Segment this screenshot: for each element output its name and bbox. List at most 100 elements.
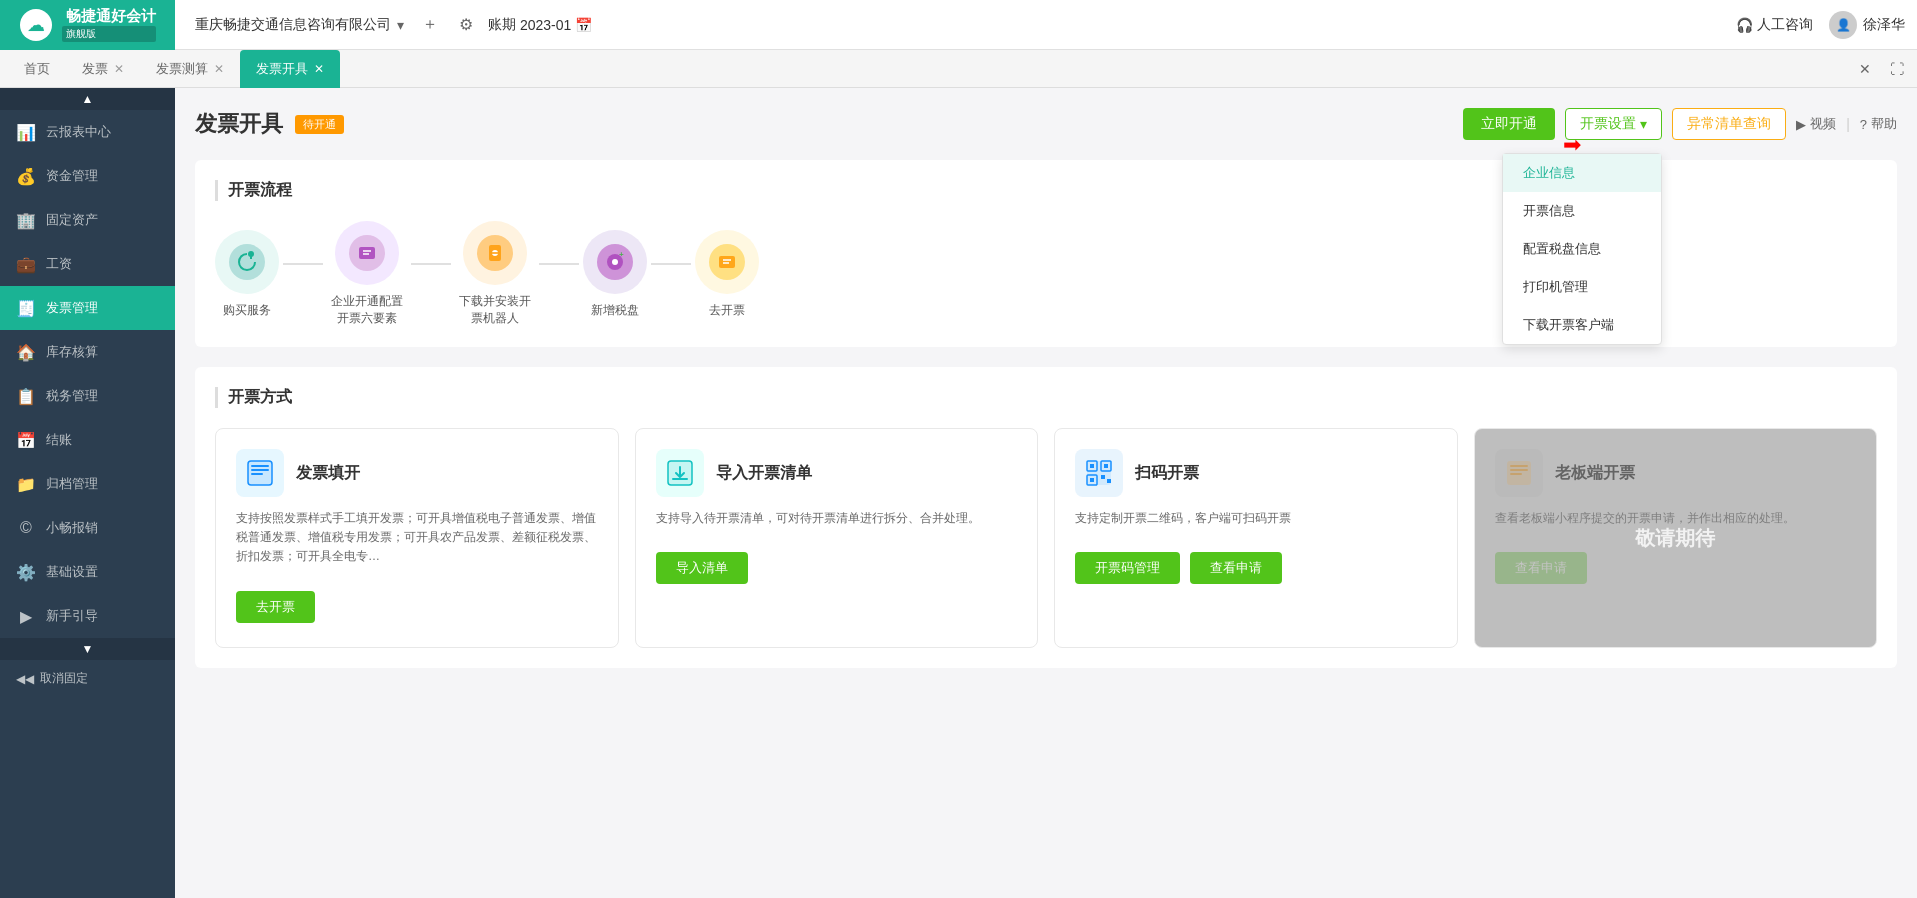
flow-step-buy-label: 购买服务 [223,302,271,319]
view-apply-button[interactable]: 查看申请 [1190,552,1282,584]
flow-step-taxdisk-label: 新增税盘 [591,302,639,319]
separator: | [1846,116,1850,132]
svg-rect-22 [251,473,263,475]
sidebar: ▲ 📊 云报表中心 💰 资金管理 🏢 固定资产 💼 工资 🧾 发票管理 🏠 库存… [0,88,175,898]
sidebar-item-payroll[interactable]: 💼 工资 [0,242,175,286]
qr-manage-button[interactable]: 开票码管理 [1075,552,1180,584]
user-menu[interactable]: 👤 徐泽华 [1829,11,1905,39]
flow-step-taxdisk-icon: + [583,230,647,294]
tab-bar-right: ✕ ⛶ [1853,57,1909,81]
headset-icon: 🎧 [1736,17,1753,33]
period-value: 2023-01 [520,17,571,33]
flow-step-buy: 购买服务 [215,230,279,319]
sidebar-item-expense[interactable]: © 小畅报销 [0,506,175,550]
sidebar-item-settlement[interactable]: 📅 结账 [0,418,175,462]
sidebar-scroll-up[interactable]: ▲ [0,88,175,110]
menu-item-tax-config[interactable]: 配置税盘信息 [1503,230,1661,268]
fill-invoice-button[interactable]: 去开票 [236,591,315,623]
tab-home[interactable]: 首页 [8,50,66,88]
period-area: 账期 2023-01 📅 [488,16,592,34]
billing-card-scan-desc: 支持定制开票二维码，客户端可扫码开票 [1075,509,1437,528]
menu-item-printer[interactable]: 打印机管理 [1503,268,1661,306]
flow-separator-4 [651,263,691,265]
funds-icon: 💰 [16,166,36,186]
billing-card-fill-title: 发票填开 [296,463,360,484]
billing-card-import-icon [656,449,704,497]
billing-section: 开票方式 发票填开 支持按照发票样式手工填开发票；可开具增值税电子普通发票、增值… [195,367,1897,668]
status-badge: 待开通 [295,115,344,134]
flow-step-open-icon [695,230,759,294]
top-actions: ＋ ⚙ [416,11,480,39]
sidebar-item-funds[interactable]: 💰 资金管理 [0,154,175,198]
flow-step-config-icon [335,221,399,285]
menu-item-invoice-info[interactable]: 开票信息 [1503,192,1661,230]
consult-button[interactable]: 🎧 人工咨询 [1736,16,1813,34]
svg-text:+: + [619,250,624,259]
tab-close-window[interactable]: ✕ [1853,57,1877,81]
sidebar-cancel-pin[interactable]: ◀◀ 取消固定 [0,660,175,697]
billing-card-import: 导入开票清单 支持导入待开票清单，可对待开票清单进行拆分、合并处理。 导入清单 [635,428,1039,648]
flow-step-open-label: 去开票 [709,302,745,319]
menu-item-download-client[interactable]: 下载开票客户端 [1503,306,1661,344]
assets-icon: 🏢 [16,210,36,230]
top-right: 🎧 人工咨询 👤 徐泽华 [1736,11,1905,39]
sidebar-item-archive[interactable]: 📁 归档管理 [0,462,175,506]
svg-rect-34 [1101,475,1105,479]
tab-bar: 首页 发票 ✕ 发票测算 ✕ 发票开具 ✕ ✕ ⛶ [0,50,1917,88]
question-icon: ? [1860,117,1867,132]
sidebar-item-settings[interactable]: ⚙️ 基础设置 [0,550,175,594]
play-icon: ▶ [1796,117,1806,132]
settings-icon-sidebar: ⚙️ [16,562,36,582]
sidebar-item-invoice[interactable]: 🧾 发票管理 [0,286,175,330]
flow-separator-3 [539,263,579,265]
svg-rect-16 [719,256,735,268]
expense-icon: © [16,518,36,538]
import-list-button[interactable]: 导入清单 [656,552,748,584]
sidebar-scroll-down[interactable]: ▼ [0,638,175,660]
company-selector[interactable]: 重庆畅捷交通信息咨询有限公司 ▾ [195,16,404,34]
menu-item-company-info[interactable]: 企业信息 [1503,154,1661,192]
payroll-icon: 💼 [16,254,36,274]
content-area: 发票开具 待开通 立即开通 开票设置 ▾ ➡ 企业信息 [175,88,1917,898]
tab-close-invoice-calc[interactable]: ✕ [214,62,224,76]
tab-maximize[interactable]: ⛶ [1885,57,1909,81]
reports-icon: 📊 [16,122,36,142]
flow-step-download-label: 下载并安装开票机器人 [455,293,535,327]
logo-icon: ☁ [20,9,52,41]
archive-icon: 📁 [16,474,36,494]
settings-icon[interactable]: ⚙ [452,11,480,39]
abnormal-list-button[interactable]: 异常清单查询 [1672,108,1786,140]
settlement-icon: 📅 [16,430,36,450]
chevron-down-icon: ▾ [397,17,404,33]
tax-icon: 📋 [16,386,36,406]
period-label: 账期 [488,16,516,34]
unpin-icon: ◀◀ [16,672,34,686]
main-layout: ▲ 📊 云报表中心 💰 资金管理 🏢 固定资产 💼 工资 🧾 发票管理 🏠 库存… [0,88,1917,898]
calendar-icon[interactable]: 📅 [575,17,592,33]
svg-rect-33 [1104,464,1108,468]
sidebar-item-inventory[interactable]: 🏠 库存核算 [0,330,175,374]
video-button[interactable]: ▶ 视频 [1796,115,1836,133]
sidebar-item-guide[interactable]: ▶ 新手引导 [0,594,175,638]
sidebar-item-assets[interactable]: 🏢 固定资产 [0,198,175,242]
tab-invoice[interactable]: 发票 ✕ [66,50,140,88]
help-button[interactable]: ? 帮助 [1860,115,1897,133]
tab-close-invoice-open[interactable]: ✕ [314,62,324,76]
sidebar-item-tax[interactable]: 📋 税务管理 [0,374,175,418]
guide-icon: ▶ [16,606,36,626]
user-name: 徐泽华 [1863,16,1905,34]
tab-invoice-open[interactable]: 发票开具 ✕ [240,50,340,88]
svg-rect-32 [1090,478,1094,482]
dropdown-arrow-icon: ▾ [1640,116,1647,132]
billing-cards: 发票填开 支持按照发票样式手工填开发票；可开具增值税电子普通发票、增值税普通发票… [215,428,1877,648]
red-arrow: ➡ [1563,132,1581,158]
billing-card-fill-icon [236,449,284,497]
company-name: 重庆畅捷交通信息咨询有限公司 [195,16,391,34]
activate-button[interactable]: 立即开通 [1463,108,1555,140]
svg-point-0 [229,244,265,280]
tab-invoice-calc[interactable]: 发票测算 ✕ [140,50,240,88]
sidebar-item-reports[interactable]: 📊 云报表中心 [0,110,175,154]
add-button[interactable]: ＋ [416,11,444,39]
tab-close-invoice[interactable]: ✕ [114,62,124,76]
billing-card-import-title: 导入开票清单 [716,463,812,484]
